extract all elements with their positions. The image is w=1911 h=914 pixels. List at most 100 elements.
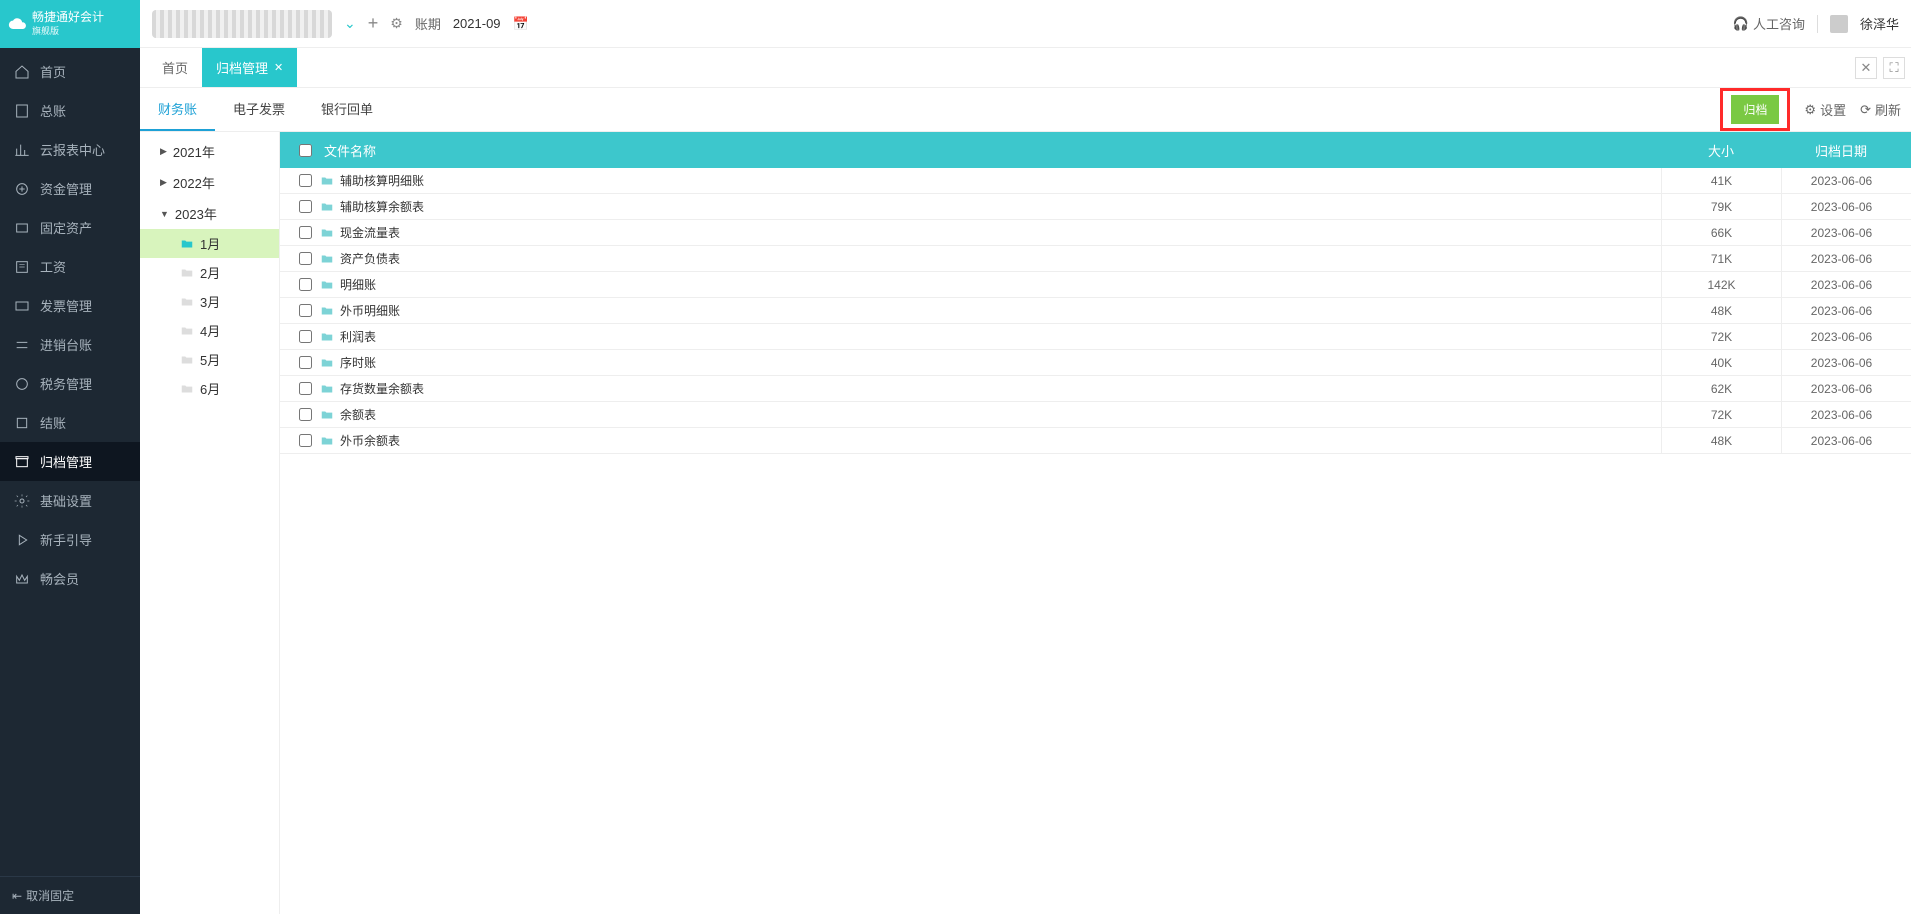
action-label: 设置 [1820, 100, 1846, 119]
nav-ledger[interactable]: 总账 [0, 91, 140, 130]
table-row[interactable]: 利润表 72K 2023-06-06 [280, 324, 1911, 350]
year-tree: ▶2021年▶2022年 ▼ 2023年 1月2月3月 4月 5月 6月 [140, 132, 280, 914]
row-checkbox[interactable] [299, 356, 312, 369]
page-tabs: 首页 归档管理 ✕ ✕ ⛶ [140, 48, 1911, 88]
refresh-link[interactable]: ⟳刷新 [1860, 100, 1901, 119]
unpin-sidebar[interactable]: ⇤ 取消固定 [0, 876, 140, 914]
divider [1817, 15, 1818, 33]
nav-inout[interactable]: 进销台账 [0, 325, 140, 364]
calendar-icon[interactable]: 📅 [513, 16, 529, 32]
tree-month[interactable]: 1月 [140, 229, 279, 258]
tree-month[interactable]: 3月 [140, 287, 279, 316]
folder-icon [320, 252, 334, 266]
triangle-right-icon: ▶ [160, 177, 167, 188]
company-selector[interactable] [152, 10, 332, 38]
nav-label: 归档管理 [40, 452, 92, 471]
triangle-right-icon: ▶ [160, 146, 167, 157]
consult-label: 人工咨询 [1753, 14, 1805, 33]
subtab-einvoice[interactable]: 电子发票 [215, 88, 303, 131]
row-checkbox[interactable] [299, 226, 312, 239]
tree-year[interactable]: ▶2022年 [140, 167, 279, 198]
chevron-down-icon[interactable]: ⌄ [344, 15, 356, 32]
row-checkbox[interactable] [299, 330, 312, 343]
subtab-bankslip[interactable]: 银行回单 [303, 88, 391, 131]
tree-month[interactable]: 5月 [140, 345, 279, 374]
nav-label: 基础设置 [40, 491, 92, 510]
brand-logo: 畅捷通好会计 旗舰版 [0, 0, 140, 48]
row-checkbox[interactable] [299, 434, 312, 447]
file-date: 2023-06-06 [1781, 194, 1901, 219]
file-table: 文件名称 大小 归档日期 辅助核算明细账 41K 2023-06-06 辅助核算… [280, 132, 1911, 914]
file-size: 72K [1661, 402, 1781, 427]
table-row[interactable]: 现金流量表 66K 2023-06-06 [280, 220, 1911, 246]
nav-home[interactable]: 首页 [0, 52, 140, 91]
select-all-checkbox[interactable] [299, 144, 312, 157]
brand-name: 畅捷通好会计 [32, 11, 104, 24]
table-row[interactable]: 序时账 40K 2023-06-06 [280, 350, 1911, 376]
table-row[interactable]: 存货数量余额表 62K 2023-06-06 [280, 376, 1911, 402]
file-date: 2023-06-06 [1781, 350, 1901, 375]
row-checkbox[interactable] [299, 382, 312, 395]
row-checkbox[interactable] [299, 408, 312, 421]
settings-link[interactable]: ⚙设置 [1804, 100, 1846, 119]
month-label: 6月 [200, 379, 220, 398]
plus-icon[interactable]: + [368, 13, 379, 34]
tab-archive[interactable]: 归档管理 ✕ [202, 48, 297, 87]
triangle-down-icon: ▼ [160, 209, 169, 219]
close-tab-icon[interactable]: ✕ [1855, 57, 1877, 79]
nav-report[interactable]: 云报表中心 [0, 130, 140, 169]
month-label: 4月 [200, 321, 220, 340]
file-size: 48K [1661, 428, 1781, 453]
period-value[interactable]: 2021-09 [453, 16, 501, 31]
nav-archive[interactable]: 归档管理 [0, 442, 140, 481]
nav-fund[interactable]: 资金管理 [0, 169, 140, 208]
row-checkbox[interactable] [299, 200, 312, 213]
tree-month[interactable]: 4月 [140, 316, 279, 345]
row-checkbox[interactable] [299, 278, 312, 291]
close-icon[interactable]: ✕ [274, 61, 283, 74]
table-row[interactable]: 余额表 72K 2023-06-06 [280, 402, 1911, 428]
file-name: 存货数量余额表 [340, 380, 424, 397]
nav-settings[interactable]: 基础设置 [0, 481, 140, 520]
table-body: 辅助核算明细账 41K 2023-06-06 辅助核算余额表 79K 2023-… [280, 168, 1911, 454]
arrow-left-icon: ⇤ [12, 889, 22, 903]
nav-label: 进销台账 [40, 335, 92, 354]
file-name: 辅助核算余额表 [340, 198, 424, 215]
row-checkbox[interactable] [299, 304, 312, 317]
nav-asset[interactable]: 固定资产 [0, 208, 140, 247]
gear-icon[interactable]: ⚙ [390, 15, 403, 32]
folder-icon [320, 408, 334, 422]
human-consult[interactable]: 🎧 人工咨询 [1733, 14, 1805, 33]
period-label: 账期 [415, 14, 441, 33]
table-row[interactable]: 资产负债表 71K 2023-06-06 [280, 246, 1911, 272]
tree-year[interactable]: ▶2021年 [140, 136, 279, 167]
unpin-label: 取消固定 [26, 887, 74, 904]
fullscreen-icon[interactable]: ⛶ [1883, 57, 1905, 79]
nav-guide[interactable]: 新手引导 [0, 520, 140, 559]
nav-close[interactable]: 结账 [0, 403, 140, 442]
row-checkbox[interactable] [299, 174, 312, 187]
nav-invoice[interactable]: 发票管理 [0, 286, 140, 325]
sidebar: 畅捷通好会计 旗舰版 首页 总账 云报表中心 资金管理 固定资产 工资 发票管理… [0, 0, 140, 914]
tree-year[interactable]: ▼ 2023年 [140, 198, 279, 229]
tree-month[interactable]: 6月 [140, 374, 279, 403]
tree-month[interactable]: 2月 [140, 258, 279, 287]
file-name: 明细账 [340, 276, 376, 293]
table-row[interactable]: 外币余额表 48K 2023-06-06 [280, 428, 1911, 454]
nav-salary[interactable]: 工资 [0, 247, 140, 286]
username[interactable]: 徐泽华 [1860, 14, 1899, 33]
year-label: 2023年 [175, 204, 217, 223]
row-checkbox[interactable] [299, 252, 312, 265]
nav-member[interactable]: 畅会员 [0, 559, 140, 598]
table-row[interactable]: 外币明细账 48K 2023-06-06 [280, 298, 1911, 324]
table-row[interactable]: 明细账 142K 2023-06-06 [280, 272, 1911, 298]
archive-button[interactable]: 归档 [1731, 95, 1779, 124]
subtab-finance[interactable]: 财务账 [140, 88, 215, 131]
avatar[interactable] [1830, 15, 1848, 33]
tab-home[interactable]: 首页 [148, 48, 202, 87]
file-date: 2023-06-06 [1781, 168, 1901, 193]
file-name: 序时账 [340, 354, 376, 371]
table-row[interactable]: 辅助核算余额表 79K 2023-06-06 [280, 194, 1911, 220]
table-row[interactable]: 辅助核算明细账 41K 2023-06-06 [280, 168, 1911, 194]
nav-tax[interactable]: 税务管理 [0, 364, 140, 403]
